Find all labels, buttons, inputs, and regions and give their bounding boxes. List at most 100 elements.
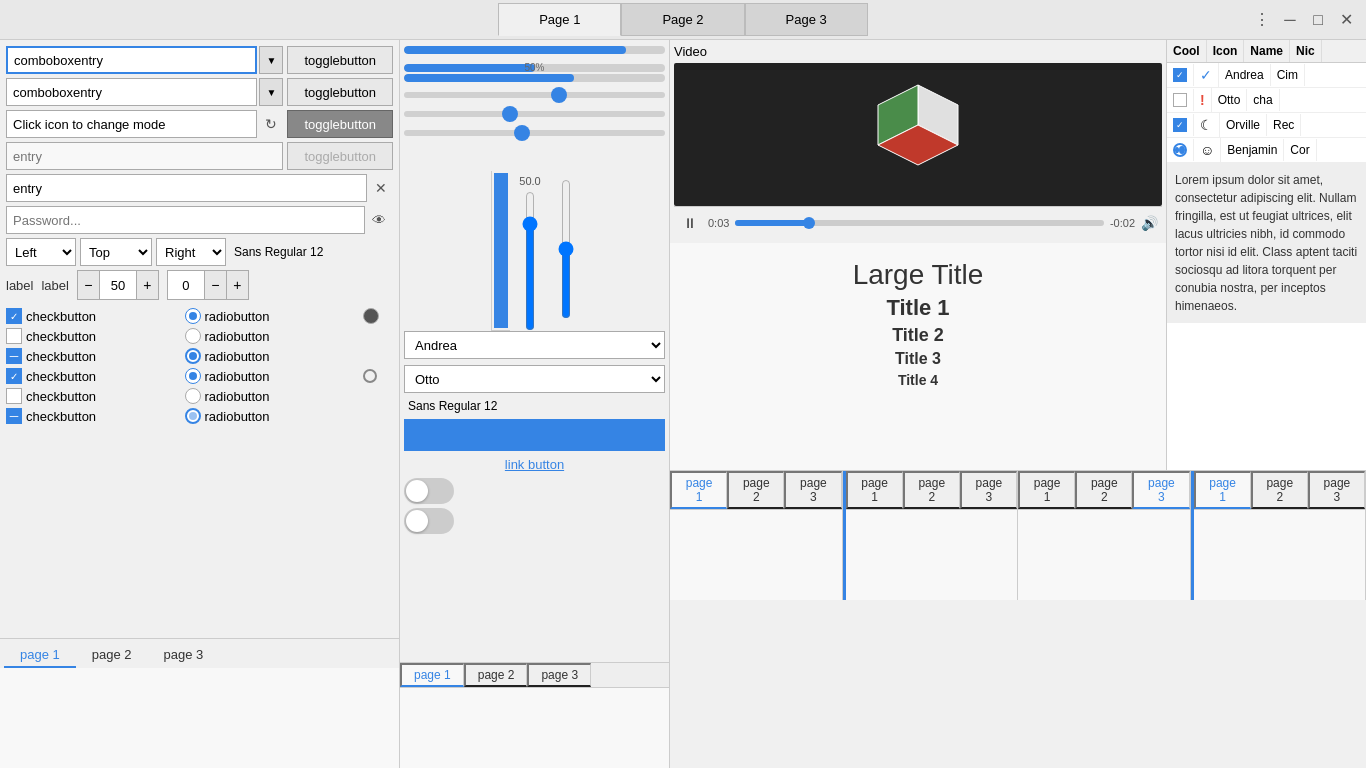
combo-arrow-2[interactable]: ▼ (259, 78, 283, 106)
align-left-select[interactable]: LeftCenterRight (6, 238, 76, 266)
video-progress-bar[interactable] (735, 220, 1104, 226)
radio-6[interactable] (185, 408, 201, 424)
combo-input-1[interactable] (6, 46, 257, 74)
vslider-1[interactable] (518, 191, 542, 331)
spinner-1-plus[interactable]: + (136, 271, 158, 299)
link-button[interactable]: link button (505, 457, 564, 472)
left-tab-page2[interactable]: page 2 (76, 643, 148, 668)
entry-filled[interactable] (6, 174, 367, 202)
btp2-tab3[interactable]: page 3 (960, 471, 1017, 509)
btp4-tab1[interactable]: page 1 (1194, 471, 1251, 509)
tab-page1[interactable]: Page 1 (498, 3, 621, 36)
mid-tab-page2[interactable]: page 2 (464, 663, 528, 687)
radio-item-1[interactable]: radiobutton (185, 308, 356, 324)
btp4-tab3[interactable]: page 3 (1308, 471, 1365, 509)
checkbox-1[interactable]: ✓ (6, 308, 22, 324)
check-item-6[interactable]: ─ checkbutton (6, 408, 177, 424)
refresh-icon[interactable]: ↻ (259, 110, 283, 138)
password-field[interactable] (6, 206, 365, 234)
entry-empty[interactable] (6, 142, 283, 170)
combo-input-2[interactable] (6, 78, 257, 106)
check-item-1[interactable]: ✓ checkbutton (6, 308, 177, 324)
btp3-tab3[interactable]: page 3 (1132, 471, 1189, 509)
row1-name: Andrea (1219, 64, 1271, 86)
current-time: 0:03 (708, 217, 729, 229)
bottom-panel-4: page 1 page 2 page 3 (1191, 471, 1367, 600)
checkbox-4[interactable]: ✓ (6, 368, 22, 384)
btp4-tab2[interactable]: page 2 (1251, 471, 1308, 509)
row2-cool[interactable] (1167, 89, 1194, 111)
checkbox-5[interactable] (6, 388, 22, 404)
clear-icon[interactable]: ✕ (369, 174, 393, 202)
tab-page2[interactable]: Page 2 (621, 3, 744, 36)
row4-cool[interactable] (1167, 139, 1194, 161)
menu-icon[interactable]: ⋮ (1252, 10, 1272, 30)
spinner-1-minus[interactable]: − (78, 271, 100, 299)
radio-2[interactable] (185, 328, 201, 344)
radio-item-5[interactable]: radiobutton (185, 388, 356, 404)
slider-h-3[interactable] (404, 130, 665, 136)
btp2-tab1[interactable]: page 1 (846, 471, 903, 509)
label-spinner-row: label label − + − + (6, 270, 393, 300)
dropdown-1[interactable]: AndreaOttoOrvilleBenjamin (404, 331, 665, 359)
entry-filled-row: ✕ (6, 174, 393, 202)
btp2-tab2[interactable]: page 2 (903, 471, 960, 509)
align-right-select[interactable]: LeftCenterRight (156, 238, 226, 266)
mid-tab-page1[interactable]: page 1 (400, 663, 464, 687)
mid-tab-page3[interactable]: page 3 (527, 663, 591, 687)
spinner-2-plus[interactable]: + (226, 271, 248, 299)
check-item-5[interactable]: checkbutton (6, 388, 177, 404)
radio-item-6[interactable]: radiobutton (185, 408, 356, 424)
mode-entry[interactable] (6, 110, 257, 138)
btp1-tab2[interactable]: page 2 (727, 471, 784, 509)
row1-cool[interactable]: ✓ (1167, 64, 1194, 86)
btp3-tab1[interactable]: page 1 (1018, 471, 1075, 509)
toggle-btn-4[interactable]: togglebutton (287, 142, 393, 170)
spinner-2-value[interactable] (168, 271, 204, 299)
pause-button[interactable]: ⏸ (678, 211, 702, 235)
radio-1[interactable] (185, 308, 201, 324)
toggle-btn-3[interactable]: togglebutton (287, 110, 393, 138)
check-item-3[interactable]: ─ checkbutton (6, 348, 177, 364)
color-button[interactable] (404, 419, 665, 451)
btp1-tab3[interactable]: page 3 (784, 471, 841, 509)
radio-item-3[interactable]: radiobutton (185, 348, 356, 364)
spinner-1-value[interactable] (100, 271, 136, 299)
dropdown-2[interactable]: AndreaOttoOrvilleBenjamin (404, 365, 665, 393)
checkbox-2[interactable] (6, 328, 22, 344)
radio-item-2[interactable]: radiobutton (185, 328, 356, 344)
btp1-tab1[interactable]: page 1 (670, 471, 727, 509)
combo-arrow-1[interactable]: ▼ (259, 46, 283, 74)
radio-3[interactable] (185, 348, 201, 364)
password-row: 👁 (6, 206, 393, 234)
minimize-button[interactable]: ─ (1280, 10, 1300, 30)
checkbox-3[interactable]: ─ (6, 348, 22, 364)
toggle-btn-2[interactable]: togglebutton (287, 78, 393, 106)
check-item-2[interactable]: checkbutton (6, 328, 177, 344)
btp3-tab2[interactable]: page 2 (1075, 471, 1132, 509)
spinner-2-minus[interactable]: − (204, 271, 226, 299)
list-row-2: ! Otto cha (1167, 88, 1366, 113)
switch-2[interactable] (404, 508, 454, 534)
left-tab-page1[interactable]: page 1 (4, 643, 76, 668)
radio-label-6: radiobutton (205, 409, 270, 424)
volume-icon[interactable]: 🔊 (1141, 215, 1158, 231)
radio-5[interactable] (185, 388, 201, 404)
radio-item-4[interactable]: radiobutton (185, 368, 356, 384)
eye-icon[interactable]: 👁 (365, 206, 393, 234)
slider-h-2[interactable] (404, 111, 665, 117)
checkbox-6[interactable]: ─ (6, 408, 22, 424)
left-tab-page3[interactable]: page 3 (148, 643, 220, 668)
switch-1[interactable] (404, 478, 454, 504)
row3-cool[interactable]: ✓ (1167, 114, 1194, 136)
align-middle-select[interactable]: TopMiddleBottom (80, 238, 152, 266)
close-button[interactable]: ✕ (1336, 10, 1356, 30)
slider-1 (404, 86, 665, 101)
toggle-btn-1[interactable]: togglebutton (287, 46, 393, 74)
slider-h-1[interactable] (404, 92, 665, 98)
tab-page3[interactable]: Page 3 (745, 3, 868, 36)
check-item-4[interactable]: ✓ checkbutton (6, 368, 177, 384)
radio-4[interactable] (185, 368, 201, 384)
vslider-2[interactable] (554, 179, 578, 319)
maximize-button[interactable]: □ (1308, 10, 1328, 30)
